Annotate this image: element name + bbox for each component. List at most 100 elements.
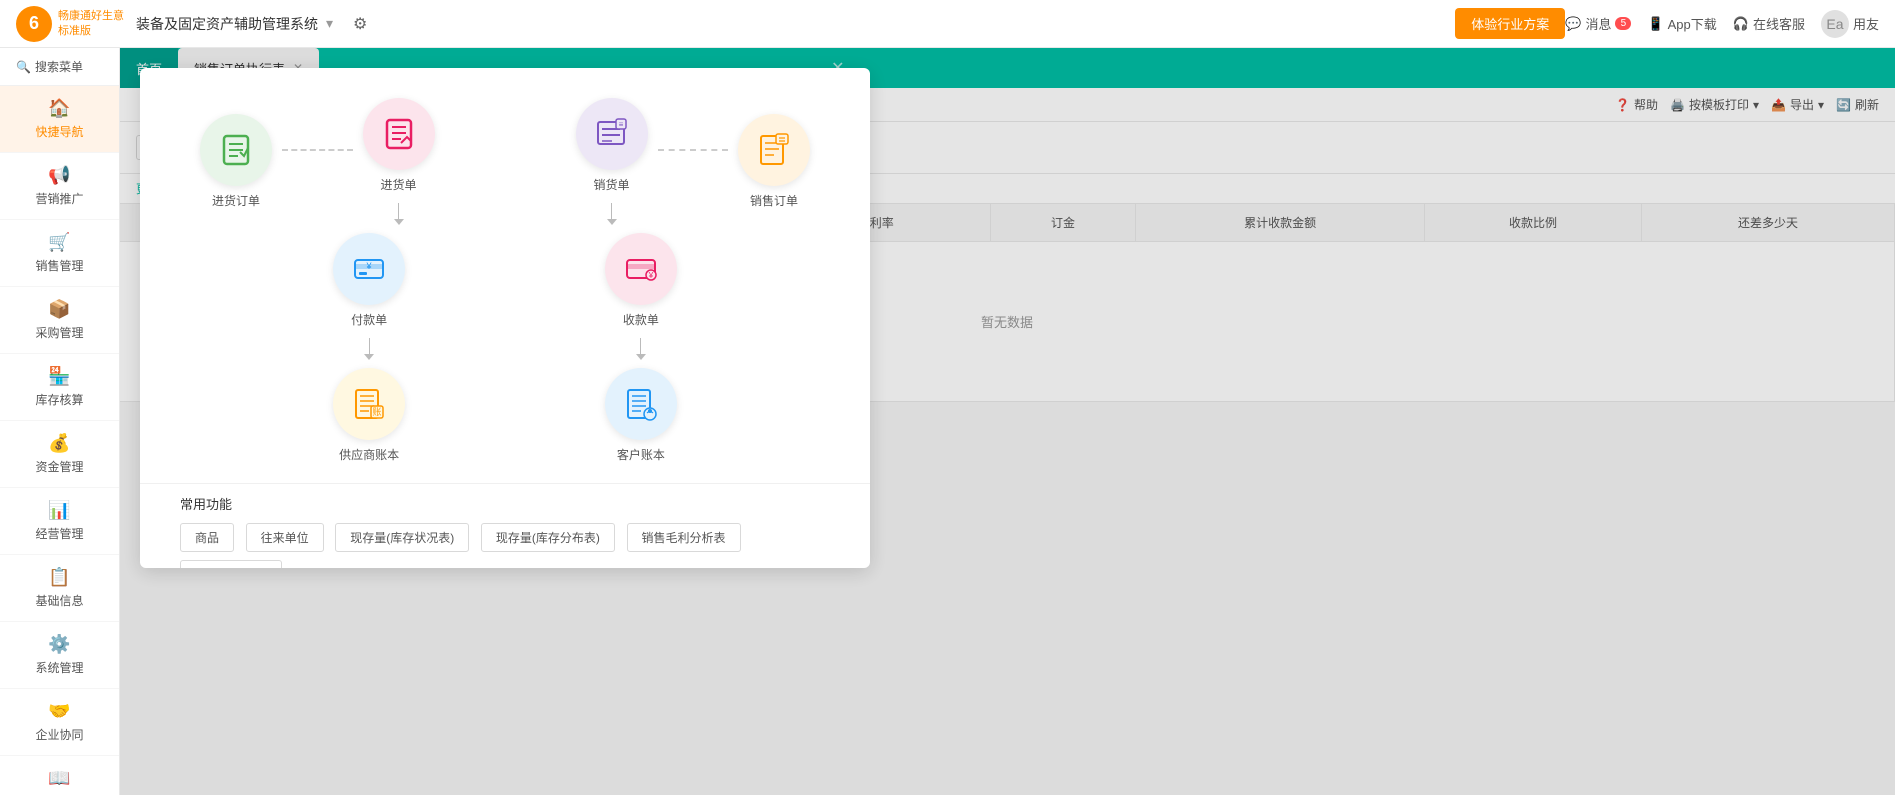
svg-text:¥: ¥ <box>648 271 654 280</box>
guide-icon: 📖 <box>48 768 70 789</box>
down-arrow-sb <box>607 203 617 225</box>
online-service-button[interactable]: 🎧 在线客服 <box>1733 14 1805 33</box>
bot-mid-spacer <box>405 368 605 463</box>
service-icon: 🎧 <box>1733 16 1749 32</box>
operations-icon: 📊 <box>48 500 70 521</box>
bot-col0-empty <box>200 368 333 463</box>
dropdown-arrow[interactable]: ▾ <box>326 15 333 32</box>
flow-node-payment[interactable]: ¥ 付款单 <box>333 233 405 360</box>
enterprise-icon: 🤝 <box>48 701 70 722</box>
common-title: 常用功能 <box>180 494 830 513</box>
sidebar-item-label: 库存核算 <box>35 391 83 408</box>
quick-nav-modal: 进货订单 进货单 <box>140 68 870 568</box>
logo-icon: 6 <box>16 6 52 42</box>
sidebar-item-basic-info[interactable]: 📋 基础信息 <box>0 555 119 622</box>
sidebar-item-guide[interactable]: 📖 新手引导 <box>0 756 119 795</box>
func-btn-stock-dist[interactable]: 现存量(库存分布表) <box>481 523 615 552</box>
sidebar-item-enterprise[interactable]: 🤝 企业协同 <box>0 689 119 756</box>
message-icon: 💬 <box>1565 16 1581 32</box>
flow-node-sales-order[interactable]: 销售订单 <box>738 114 810 209</box>
message-button[interactable]: 💬 消息 5 <box>1565 14 1631 33</box>
flow-middle-row: ¥ 付款单 ¥ <box>180 233 830 360</box>
search-icon: 🔍 <box>16 60 31 74</box>
sidebar-item-label: 基础信息 <box>35 592 83 609</box>
purchase-order-label: 进货订单 <box>212 192 260 209</box>
sales-bill-circle: ≡ <box>576 98 648 170</box>
function-buttons-row1: 商品 往来单位 现存量(库存状况表) 现存量(库存分布表) 销售毛利分析表 商品… <box>180 523 830 568</box>
flow-node-customer-account[interactable]: 客户账本 <box>605 368 677 463</box>
receipt-label: 收款单 <box>623 311 659 328</box>
sidebar-item-marketing[interactable]: 📢 营销推广 <box>0 153 119 220</box>
payment-label: 付款单 <box>351 311 387 328</box>
supplier-account-label: 供应商账本 <box>339 446 399 463</box>
sidebar-item-system[interactable]: ⚙️ 系统管理 <box>0 622 119 689</box>
flow-node-purchase-order[interactable]: 进货订单 <box>200 114 272 209</box>
sidebar-item-quick-nav[interactable]: 🏠 快捷导航 <box>0 86 119 153</box>
arrow-so-sb <box>658 149 729 151</box>
down-arrow-pay <box>364 338 374 360</box>
flow-node-purchase-bill[interactable]: 进货单 <box>363 98 435 225</box>
app-download-button[interactable]: 📱 App下载 <box>1647 14 1716 33</box>
inventory-icon: 🏪 <box>48 366 70 387</box>
finance-icon: 💰 <box>48 433 70 454</box>
sidebar-item-operations[interactable]: 📊 经营管理 <box>0 488 119 555</box>
flow-node-receipt[interactable]: ¥ 收款单 <box>605 233 677 360</box>
sidebar-item-label: 营销推广 <box>35 190 83 207</box>
modal-overlay[interactable]: 进货订单 进货单 <box>120 48 1895 795</box>
flow-bottom-row: 账 供应商账本 客户账本 <box>180 368 830 463</box>
sidebar-item-label: 企业协同 <box>35 726 83 743</box>
sidebar-item-label: 快捷导航 <box>35 123 83 140</box>
customer-account-circle <box>605 368 677 440</box>
logo-area: 6 畅康通好生意 标准版 <box>16 6 136 42</box>
header-title: 装备及固定资产辅助管理系统 ▾ ⚙ <box>136 14 1439 34</box>
sidebar-item-inventory[interactable]: 🏪 库存核算 <box>0 354 119 421</box>
quick-nav-icon: 🏠 <box>48 98 70 119</box>
logo-text: 畅康通好生意 标准版 <box>58 9 124 38</box>
col3-empty <box>677 233 810 360</box>
sidebar-item-finance[interactable]: 💰 资金管理 <box>0 421 119 488</box>
func-btn-sales-profit[interactable]: 销售毛利分析表 <box>627 523 741 552</box>
func-btn-products[interactable]: 商品 <box>180 523 234 552</box>
flow-node-supplier-account[interactable]: 账 供应商账本 <box>333 368 405 463</box>
svg-text:¥: ¥ <box>366 261 373 271</box>
func-btn-counterparts[interactable]: 往来单位 <box>246 523 324 552</box>
payment-col: ¥ 付款单 <box>333 233 405 360</box>
sidebar-item-label: 资金管理 <box>35 458 83 475</box>
payment-circle: ¥ <box>333 233 405 305</box>
receipt-col: ¥ 收款单 <box>605 233 677 360</box>
header-right: 💬 消息 5 📱 App下载 🎧 在线客服 Ea 用友 <box>1565 10 1879 38</box>
sidebar-item-purchase[interactable]: 📦 采购管理 <box>0 287 119 354</box>
down-arrow-rec <box>636 338 646 360</box>
func-btn-product-profit[interactable]: 商品毛利分析 <box>180 560 282 568</box>
sidebar: 🔍 搜索菜单 🏠 快捷导航 📢 营销推广 🛒 销售管理 📦 采购管理 🏪 库存核… <box>0 48 120 795</box>
purchase-bill-label: 进货单 <box>380 176 416 193</box>
system-icon: ⚙️ <box>48 634 70 655</box>
svg-text:账: 账 <box>373 407 382 417</box>
flow-top-row: 进货订单 进货单 <box>180 98 830 225</box>
col0-empty <box>200 233 333 360</box>
settings-icon[interactable]: ⚙ <box>353 14 367 34</box>
sidebar-item-label: 采购管理 <box>35 324 83 341</box>
receipt-circle: ¥ <box>605 233 677 305</box>
flow-section: 进货订单 进货单 <box>140 68 870 483</box>
common-functions: 常用功能 商品 往来单位 现存量(库存状况表) 现存量(库存分布表) 销售毛利分… <box>140 483 870 568</box>
sidebar-item-label: 系统管理 <box>35 659 83 676</box>
message-badge: 5 <box>1615 17 1631 30</box>
purchase-bill-circle <box>363 98 435 170</box>
sales-order-label: 销售订单 <box>750 192 798 209</box>
func-btn-stock-status[interactable]: 现存量(库存状况表) <box>335 523 469 552</box>
sidebar-item-label: 经营管理 <box>35 525 83 542</box>
avatar: Ea <box>1821 10 1849 38</box>
marketing-icon: 📢 <box>48 165 70 186</box>
download-icon: 📱 <box>1647 16 1663 32</box>
trial-button[interactable]: 体验行业方案 <box>1455 8 1565 39</box>
user-menu[interactable]: Ea 用友 <box>1821 10 1879 38</box>
top-header: 6 畅康通好生意 标准版 装备及固定资产辅助管理系统 ▾ ⚙ 体验行业方案 💬 … <box>0 0 1895 48</box>
bot-col3-empty <box>677 368 810 463</box>
flow-node-sales-bill[interactable]: ≡ 销货单 <box>576 98 648 225</box>
supplier-account-circle: 账 <box>333 368 405 440</box>
sidebar-search[interactable]: 🔍 搜索菜单 <box>0 48 119 86</box>
sidebar-item-sales[interactable]: 🛒 销售管理 <box>0 220 119 287</box>
arrow-po-pb <box>282 149 353 151</box>
sidebar-item-label: 销售管理 <box>35 257 83 274</box>
